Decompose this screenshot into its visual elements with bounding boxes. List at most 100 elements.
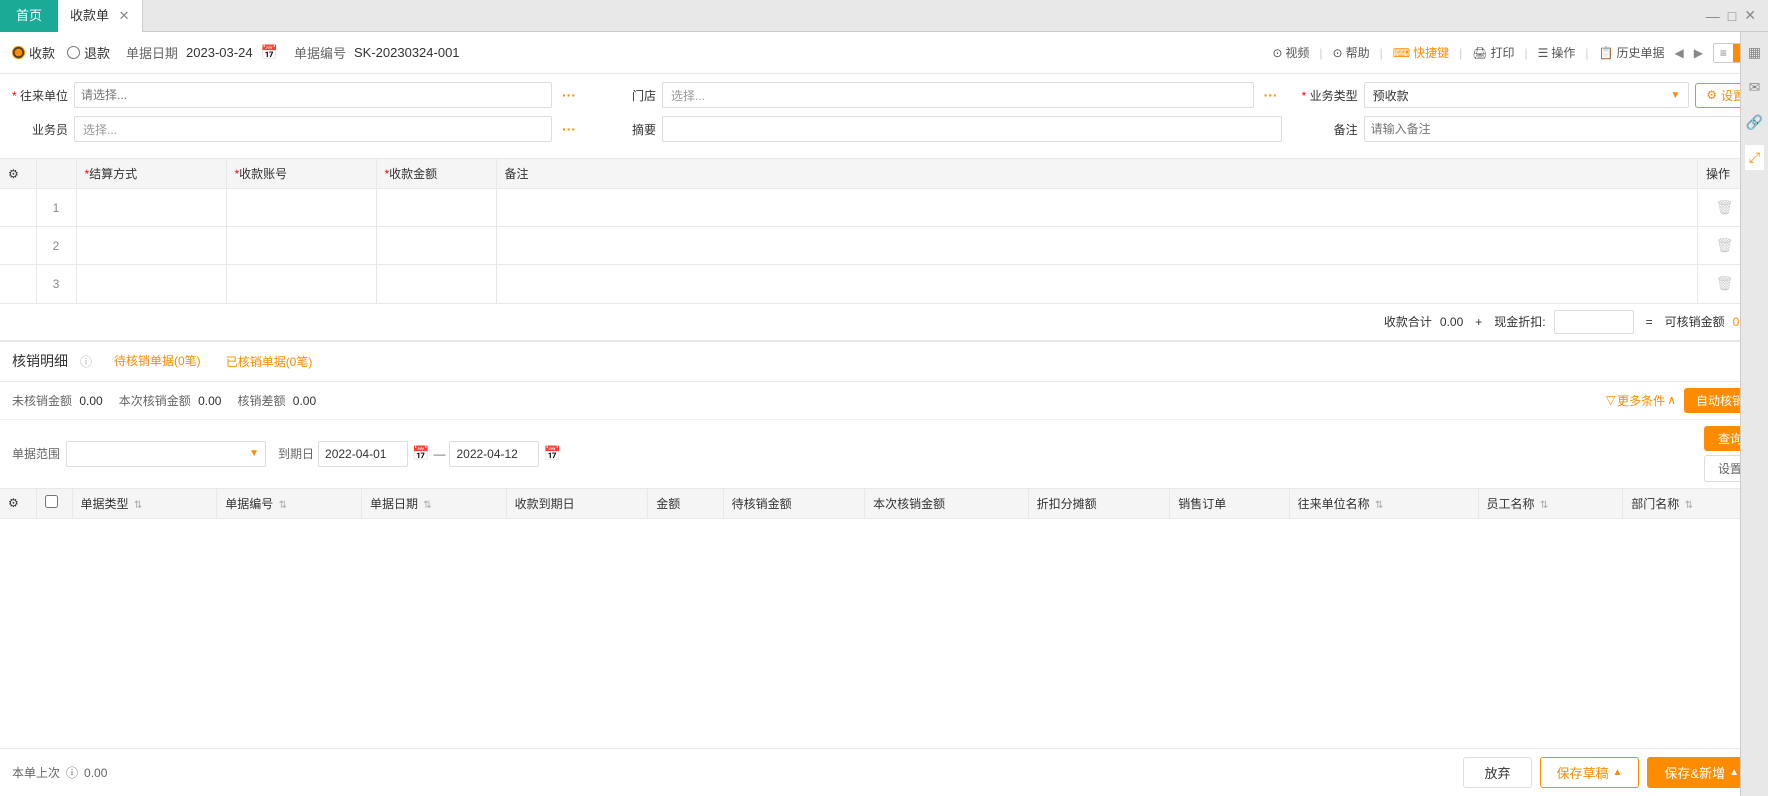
minimize-btn[interactable]: — — [1706, 8, 1720, 24]
pending-tab[interactable]: 待核销单据(0笔) — [104, 350, 211, 373]
sidebar-mail-icon[interactable]: ✉ — [1745, 75, 1765, 100]
shop-select[interactable]: 选择... — [662, 82, 1254, 108]
maximize-btn[interactable]: □ — [1728, 8, 1736, 24]
row2-settlement[interactable] — [76, 227, 226, 265]
diff-value: 0.00 — [293, 394, 316, 408]
shop-field: 门店 选择... ··· — [580, 82, 1282, 108]
done-tab[interactable]: 已核销单据(0笔) — [215, 350, 324, 373]
verify-stats-right: ▽ 更多条件 ∧ 自动核销 — [1606, 388, 1756, 413]
dept-name-sort[interactable]: ⇅ — [1685, 500, 1693, 511]
summary-input[interactable] — [662, 116, 1282, 142]
tab-bar: 首页 收款单 ✕ — □ ✕ — [0, 0, 1768, 32]
row1-delete-icon[interactable]: 🗑 — [1716, 199, 1734, 216]
date-from-icon[interactable]: 📅 — [412, 445, 429, 462]
calendar-icon[interactable]: 📅 — [261, 44, 278, 61]
row1-settlement[interactable] — [76, 189, 226, 227]
row3-amount[interactable] — [376, 265, 496, 303]
doc-no-sort[interactable]: ⇅ — [279, 500, 287, 511]
discount-input[interactable] — [1554, 310, 1634, 334]
doc-date-value: 2023-03-24 — [186, 45, 253, 60]
refund-radio[interactable] — [67, 46, 80, 59]
range-select[interactable]: ▼ — [66, 441, 266, 467]
sidebar-link-icon[interactable]: 🔗 — [1742, 110, 1767, 135]
sidebar-expand-icon[interactable]: ⤢ — [1745, 145, 1764, 170]
date-to-input[interactable] — [449, 441, 539, 467]
row2-remark[interactable] — [496, 227, 1698, 265]
row3-delete-icon[interactable]: 🗑 — [1716, 275, 1734, 292]
row1-account[interactable] — [226, 189, 376, 227]
history-action[interactable]: 📋 历史单据 — [1598, 44, 1664, 61]
summary-field: 摘要 — [580, 116, 1282, 142]
row2-delete-icon[interactable]: 🗑 — [1716, 237, 1734, 254]
sidebar-table-icon[interactable]: ▦ — [1744, 40, 1765, 65]
more-conditions-btn[interactable]: ▽ 更多条件 ∧ — [1606, 392, 1676, 409]
row1-remark[interactable] — [496, 189, 1698, 227]
doc-type-sort[interactable]: ⇅ — [134, 500, 142, 511]
main-content: 收款 退款 单据日期 2023-03-24 📅 单据编号 SK-20230324… — [0, 32, 1768, 796]
row2-amount[interactable] — [376, 227, 496, 265]
draft-arrow-icon: ▲ — [1613, 767, 1623, 778]
receipt-radio-text: 收款 — [29, 43, 55, 62]
staff-select[interactable]: 选择... — [74, 116, 552, 142]
tab-home-label: 首页 — [16, 8, 42, 23]
date-from-input[interactable] — [318, 441, 408, 467]
table-row: 1 🗑 ⧉ — [0, 189, 1768, 227]
gear-settings-icon[interactable]: ⚙ — [8, 167, 19, 181]
verify-section: 核销明细 ⓘ 待核销单据(0笔) 已核销单据(0笔) 未核销金额 0.00 本次… — [0, 341, 1768, 749]
shortcut-action[interactable]: ⌨ 快捷键 — [1393, 44, 1449, 61]
nav-prev[interactable]: ◀ — [1674, 46, 1683, 60]
staff-field: 业务员 选择... ··· — [12, 116, 580, 142]
doc-date-info: 单据日期 2023-03-24 📅 — [126, 43, 278, 62]
bottom-partner-name-header: 往来单位名称 ⇅ — [1289, 489, 1478, 519]
staff-name-sort[interactable]: ⇅ — [1540, 500, 1548, 511]
row3-settlement[interactable] — [76, 265, 226, 303]
save-draft-button[interactable]: 保存草稿 ▲ — [1540, 757, 1640, 788]
row2-gear — [0, 227, 36, 265]
row2-account[interactable] — [226, 227, 376, 265]
close-btn[interactable]: ✕ — [1744, 7, 1756, 24]
row1-amount[interactable] — [376, 189, 496, 227]
bottom-gear-icon[interactable]: ⚙ — [8, 496, 19, 510]
refund-radio-label[interactable]: 退款 — [67, 43, 110, 62]
bottom-gear-header[interactable]: ⚙ — [0, 489, 36, 519]
shop-more-btn[interactable]: ··· — [1260, 87, 1282, 103]
bottom-table-container: ⚙ 单据类型 ⇅ 单据编号 ⇅ 单据日期 ⇅ — [0, 489, 1768, 749]
summary-label: 摘要 — [600, 121, 656, 138]
partner-name-sort[interactable]: ⇅ — [1375, 500, 1383, 511]
remark-input[interactable] — [1364, 116, 1756, 142]
partner-more-btn[interactable]: ··· — [558, 87, 580, 103]
footer: 本单上次 ⓘ 0.00 放弃 保存草稿 ▲ 保存&新增 ▲ — [0, 748, 1768, 796]
nav-next[interactable]: ▶ — [1694, 46, 1703, 60]
select-all-checkbox[interactable] — [45, 495, 58, 508]
footer-info-icon[interactable]: ⓘ — [66, 764, 78, 781]
tab-close-icon[interactable]: ✕ — [119, 8, 130, 23]
table-gear-header[interactable]: ⚙ — [0, 159, 36, 189]
receipt-type-group: 收款 退款 — [12, 43, 110, 62]
row3-remark[interactable] — [496, 265, 1698, 303]
current-verify-stat: 本次核销金额 0.00 — [119, 392, 222, 409]
row3-account[interactable] — [226, 265, 376, 303]
help-action[interactable]: ⊙ 帮助 — [1333, 44, 1370, 61]
print-action[interactable]: 🖨 打印 — [1472, 44, 1514, 61]
receipt-table-container: ⚙ *结算方式 *收款账号 *收款金额 备注 操作 — [0, 159, 1768, 304]
doc-date-sort[interactable]: ⇅ — [423, 500, 431, 511]
receipt-radio[interactable] — [12, 46, 25, 59]
date-to-icon[interactable]: 📅 — [543, 445, 560, 462]
tab-home[interactable]: 首页 — [0, 0, 58, 32]
receipt-radio-label[interactable]: 收款 — [12, 43, 55, 62]
current-order-label: 本单上次 — [12, 764, 60, 781]
bottom-checkbox-header[interactable] — [36, 489, 72, 519]
business-type-select[interactable]: 预收款 ▼ — [1364, 82, 1690, 108]
tab-receipt[interactable]: 收款单 ✕ — [58, 0, 143, 32]
staff-more-btn[interactable]: ··· — [558, 121, 580, 137]
form-row-1: * 往来单位 ··· 门店 选择... ··· * 业务类型 预收款 ▼ — [12, 82, 1756, 108]
operation-action[interactable]: ☰ 操作 — [1538, 44, 1576, 61]
video-action[interactable]: ⊙ 视频 — [1272, 44, 1309, 61]
discard-button[interactable]: 放弃 — [1463, 757, 1531, 788]
partner-field: * 往来单位 ··· — [12, 82, 580, 108]
partner-input[interactable] — [74, 82, 552, 108]
verify-info-icon[interactable]: ⓘ — [80, 353, 92, 370]
verify-tabs: 待核销单据(0笔) 已核销单据(0笔) — [104, 350, 323, 373]
list-view-btn[interactable]: ≡ — [1714, 44, 1733, 62]
available-label: 可核销金额 — [1665, 313, 1725, 330]
